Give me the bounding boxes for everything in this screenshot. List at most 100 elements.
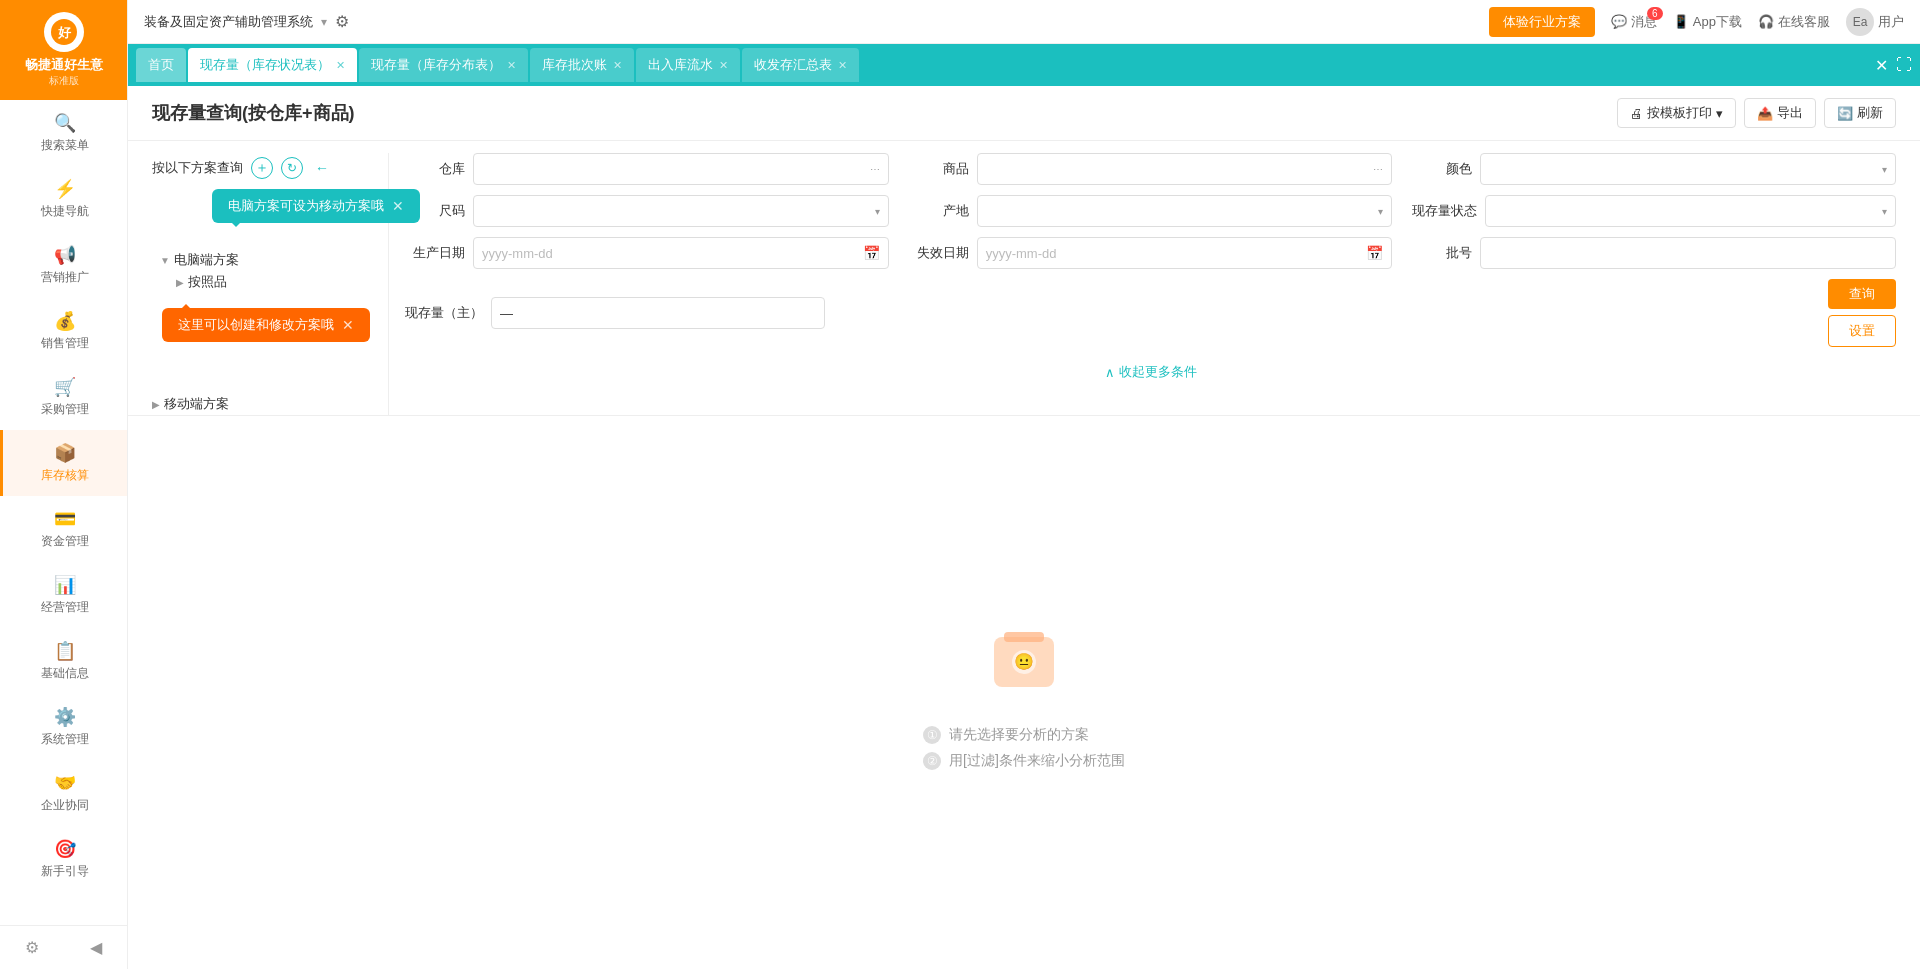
origin-input[interactable]: ▾ [977,195,1393,227]
settings-icon[interactable]: ⚙ [25,938,39,957]
size-input[interactable]: ▾ [473,195,889,227]
messages-btn[interactable]: 💬 消息 6 [1611,13,1657,31]
mobile-scheme-label: 移动端方案 [164,395,229,413]
sidebar-item-sales[interactable]: 💰 销售管理 [0,298,127,364]
tab-inout-label: 出入库流水 [648,56,713,74]
content-header: 现存量查询(按仓库+商品) 🖨 按模板打印 ▾ 📤 导出 🔄 刷新 [128,86,1920,141]
collapse-icon[interactable]: ◀ [90,938,102,957]
expire-date-field: 失效日期 yyyy-mm-dd 📅 [909,237,1393,269]
download-icon: 📱 [1673,14,1689,29]
filter-label-row: 按以下方案查询 ＋ ↻ ← [152,157,372,179]
goods-field: 商品 ⋯ [909,153,1393,185]
tab-batch-close[interactable]: ✕ [613,59,622,72]
sidebar-item-label: 系统管理 [41,731,89,748]
sidebar-item-operation[interactable]: 📊 经营管理 [0,562,127,628]
close-all-icon[interactable]: ✕ [1875,56,1888,75]
tooltip2-text: 这里可以创建和修改方案哦 [178,316,334,334]
tab-inout[interactable]: 出入库流水 ✕ [636,48,740,82]
sidebar-item-marketing[interactable]: 📢 营销推广 [0,232,127,298]
online-support-btn[interactable]: 🎧 在线客服 [1758,13,1830,31]
sidebar-nav: 🔍 搜索菜单 ⚡ 快捷导航 📢 营销推广 💰 销售管理 🛒 采购管理 📦 [0,100,127,925]
print-icon: 🖨 [1630,106,1643,121]
refresh-scheme-btn[interactable]: ↻ [281,157,303,179]
support-icon: 🎧 [1758,14,1774,29]
sidebar-item-enterprise[interactable]: 🤝 企业协同 [0,760,127,826]
goods-input[interactable]: ⋯ [977,153,1393,185]
gear-icon[interactable]: ⚙ [335,12,349,31]
tab-summary[interactable]: 收发存汇总表 ✕ [742,48,859,82]
desktop-scheme-child[interactable]: ▶ 按照品 [176,271,372,293]
trial-btn[interactable]: 体验行业方案 [1489,7,1595,37]
sidebar-bottom: ⚙ ◀ [0,925,127,969]
tip-text-2: 用[过滤]条件来缩小分析范围 [949,752,1125,770]
sidebar-item-basic[interactable]: 📋 基础信息 [0,628,127,694]
tab-inout-close[interactable]: ✕ [719,59,728,72]
desktop-scheme-item[interactable]: ▼ 电脑端方案 [160,249,372,271]
tab-home[interactable]: 首页 [136,48,186,82]
size-arrow: ▾ [875,206,880,217]
tab-inventory-status-close[interactable]: ✕ [336,59,345,72]
color-field: 颜色 ▾ [1412,153,1896,185]
app-download-btn[interactable]: 📱 App下载 [1673,13,1742,31]
user-btn[interactable]: Ea 用户 [1846,8,1904,36]
desktop-scheme-children: ▶ 按照品 [176,271,372,293]
system-name: 装备及固定资产辅助管理系统 [144,13,313,31]
collapse-btn[interactable]: ∧ 收起更多条件 [1105,363,1197,381]
tab-inventory-dist-close[interactable]: ✕ [507,59,516,72]
sidebar-item-finance[interactable]: 💳 资金管理 [0,496,127,562]
tab-summary-close[interactable]: ✕ [838,59,847,72]
fullscreen-icon[interactable]: ⛶ [1896,56,1912,75]
sidebar-item-newbie[interactable]: 🎯 新手引导 [0,826,127,892]
add-scheme-btn[interactable]: ＋ [251,157,273,179]
sidebar-item-label: 经营管理 [41,599,89,616]
sidebar-item-inventory[interactable]: 📦 库存核算 [0,430,127,496]
tab-inventory-dist[interactable]: 现存量（库存分布表） ✕ [359,48,528,82]
user-label: 用户 [1878,13,1904,31]
search-icon: 🔍 [54,112,76,134]
basic-icon: 📋 [54,640,76,662]
collapse-label: 收起更多条件 [1119,363,1197,381]
tip-num-1: ① [923,726,941,744]
arrow-scheme-btn[interactable]: ← [311,157,333,179]
sidebar-item-search[interactable]: 🔍 搜索菜单 [0,100,127,166]
color-input[interactable]: ▾ [1480,153,1896,185]
filter-more-row: ∧ 收起更多条件 [405,357,1896,387]
sidebar-item-purchase[interactable]: 🛒 采购管理 [0,364,127,430]
sidebar-item-quick[interactable]: ⚡ 快捷导航 [0,166,127,232]
prod-date-input[interactable]: yyyy-mm-dd 📅 [473,237,889,269]
warehouse-input[interactable]: ⋯ [473,153,889,185]
stock-status-input[interactable]: ▾ [1485,195,1896,227]
tab-batch[interactable]: 库存批次账 ✕ [530,48,634,82]
empty-state-tips: ① 请先选择要分析的方案 ② 用[过滤]条件来缩小分析范围 [923,726,1125,778]
mobile-scheme-item[interactable]: ▶ 移动端方案 [152,393,372,415]
tooltip1-close[interactable]: ✕ [392,198,404,214]
logo-sub: 标准版 [49,74,79,88]
search-button[interactable]: 查询 [1828,279,1896,309]
prod-date-field: 生产日期 yyyy-mm-dd 📅 [405,237,889,269]
online-support-label: 在线客服 [1778,13,1830,31]
tab-inventory-status[interactable]: 现存量（库存状况表） ✕ [188,48,357,82]
expire-date-input[interactable]: yyyy-mm-dd 📅 [977,237,1393,269]
filter-area: 按以下方案查询 ＋ ↻ ← 电脑方案可设为移动方案哦 ✕ ▼ 电脑端方案 [128,141,1920,416]
print-btn[interactable]: 🖨 按模板打印 ▾ [1617,98,1736,128]
expire-date-label: 失效日期 [909,244,969,262]
sidebar-item-label: 营销推广 [41,269,89,286]
sidebar-item-system[interactable]: ⚙️ 系统管理 [0,694,127,760]
tooltip-create-scheme: 这里可以创建和修改方案哦 ✕ [162,308,370,342]
set-button[interactable]: 设置 [1828,315,1896,347]
refresh-icon: 🔄 [1837,106,1853,121]
tooltip2-close[interactable]: ✕ [342,317,354,333]
finance-icon: 💳 [54,508,76,530]
tooltip1-text: 电脑方案可设为移动方案哦 [228,197,384,215]
logo-text: 畅捷通好生意 [25,56,103,74]
batch-no-input[interactable] [1480,237,1896,269]
stock-qty-input[interactable]: — [491,297,825,329]
app-download-label: App下载 [1693,13,1742,31]
top-bar-system: 装备及固定资产辅助管理系统 ▾ ⚙ [144,12,1473,31]
empty-state-illustration: 😐 [974,607,1074,710]
refresh-btn[interactable]: 🔄 刷新 [1824,98,1896,128]
message-icon: 💬 [1611,14,1627,29]
export-btn[interactable]: 📤 导出 [1744,98,1816,128]
tab-summary-label: 收发存汇总表 [754,56,832,74]
stock-status-label: 现存量状态 [1412,202,1477,220]
